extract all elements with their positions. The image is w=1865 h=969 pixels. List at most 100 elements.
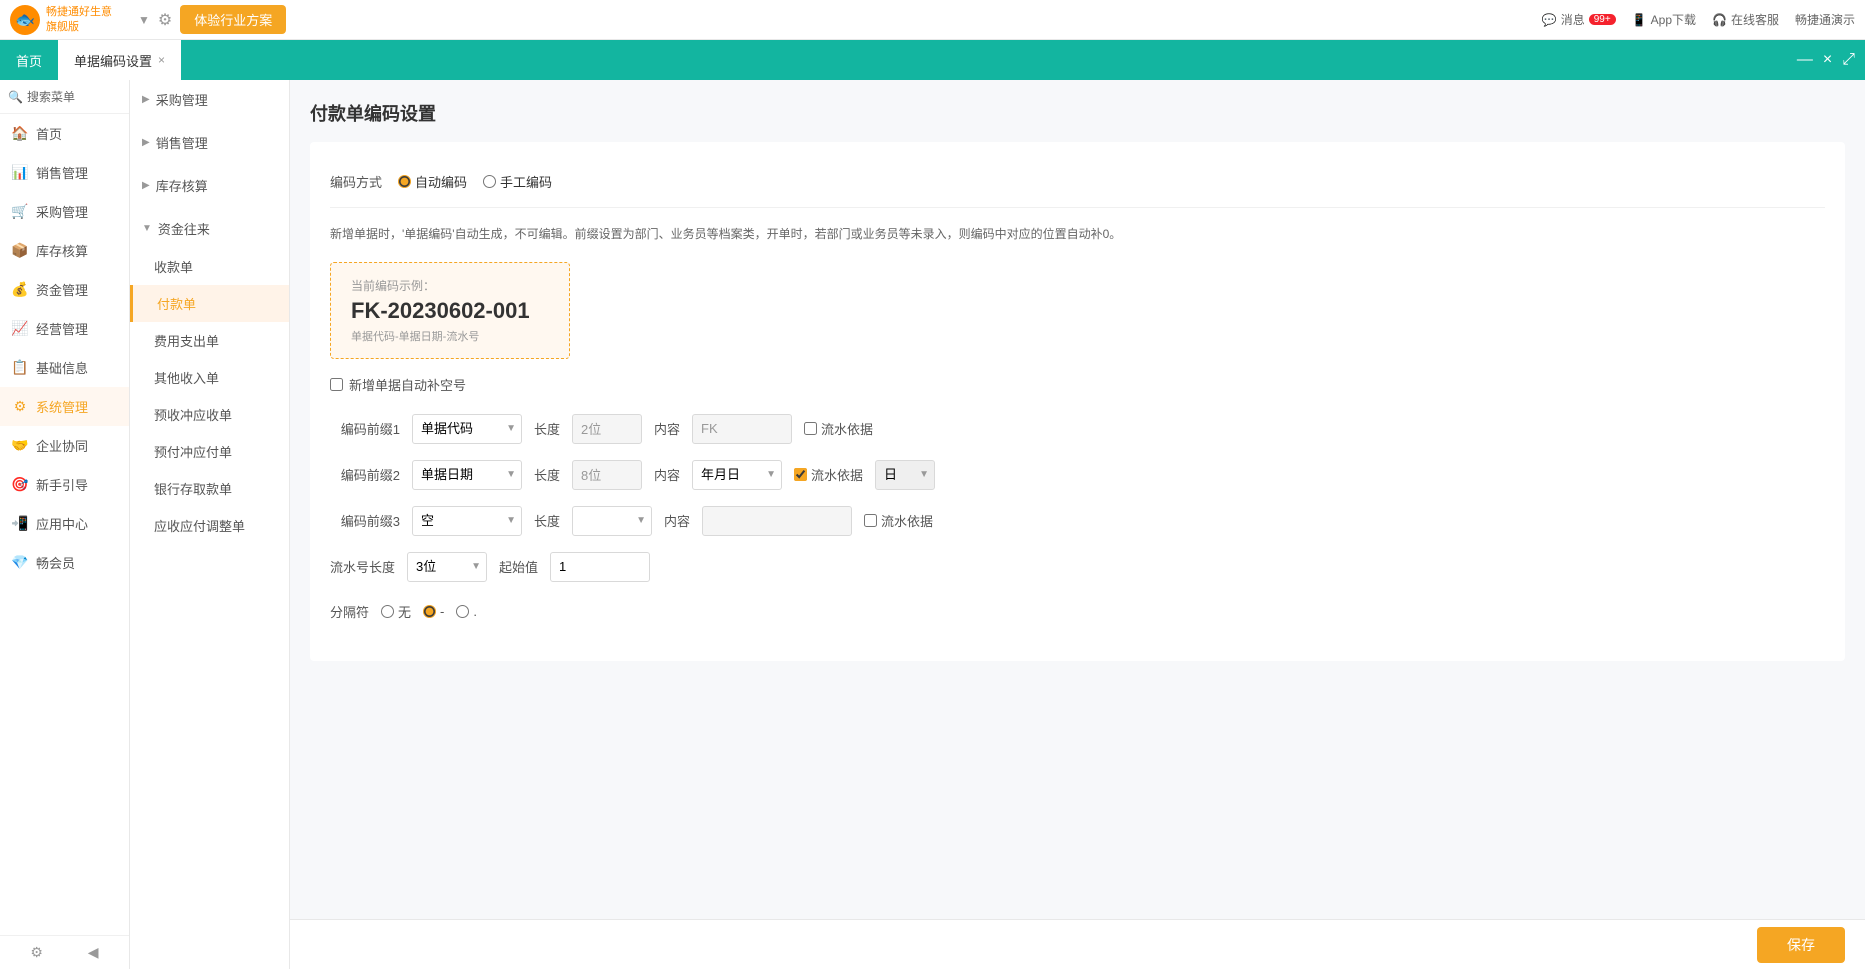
prefix1-serial-check[interactable]: 流水依据 bbox=[804, 419, 873, 438]
sep-dot-option[interactable]: . bbox=[456, 604, 477, 619]
auto-fill-checkbox[interactable] bbox=[330, 378, 343, 391]
brand: 🐟 畅捷通好生意 旗舰版 bbox=[10, 5, 130, 35]
sidebar-item-guide[interactable]: 🎯 新手引导 bbox=[0, 465, 129, 504]
prefix1-type-select[interactable]: 单据代码 部门 业务员 仓库 空 bbox=[412, 414, 522, 444]
main-area: 付款单编码设置 编码方式 自动编码 手工编码 新增单据时，'单据编码'自动生成，… bbox=[290, 80, 1865, 969]
sidebar-item-member[interactable]: 💎 畅会员 bbox=[0, 543, 129, 582]
sec-item-advance-receivable[interactable]: 预收冲应收单 bbox=[130, 396, 289, 433]
topbar-settings-btn[interactable]: ⚙ bbox=[158, 10, 172, 30]
topbar-caret-btn[interactable]: ▼ bbox=[138, 13, 150, 27]
serial-start-input[interactable] bbox=[550, 552, 650, 582]
app-icon: 📱 bbox=[1632, 13, 1647, 27]
operation-icon: 📈 bbox=[12, 321, 28, 337]
prefix2-serial-check[interactable]: 流水依据 bbox=[794, 465, 863, 484]
example-label: 当前编码示例： bbox=[351, 277, 549, 294]
sidebar-item-finance[interactable]: 💰 资金管理 bbox=[0, 270, 129, 309]
sidebar-search[interactable]: 🔍 搜索菜单 bbox=[0, 80, 129, 114]
sidebar-item-operation[interactable]: 📈 经营管理 bbox=[0, 309, 129, 348]
message-btn[interactable]: 💬 消息 99+ bbox=[1542, 11, 1616, 28]
sidebar-item-sales[interactable]: 📊 销售管理 bbox=[0, 153, 129, 192]
prefix3-content-label: 内容 bbox=[664, 511, 690, 530]
sidebar-bottom: ⚙ ◀ bbox=[0, 935, 129, 969]
solution-button[interactable]: 体验行业方案 bbox=[180, 5, 286, 34]
serial-start-label: 起始值 bbox=[499, 557, 538, 576]
prefix2-select-wrapper: 单据日期 部门 业务员 仓库 空 ▼ bbox=[412, 460, 522, 490]
prefix3-length-select[interactable] bbox=[572, 506, 652, 536]
sidebar-item-basic[interactable]: 📋 基础信息 bbox=[0, 348, 129, 387]
sec-item-adjustment[interactable]: 应收应付调整单 bbox=[130, 507, 289, 544]
tab-home[interactable]: 首页 bbox=[0, 40, 58, 80]
message-icon: 💬 bbox=[1542, 13, 1557, 27]
sec-group-stock-title[interactable]: ▶ 库存核算 bbox=[130, 166, 289, 205]
sidebar-settings-btn[interactable]: ⚙ bbox=[30, 944, 43, 961]
sec-group-sales-title[interactable]: ▶ 销售管理 bbox=[130, 123, 289, 162]
content-card: 编码方式 自动编码 手工编码 新增单据时，'单据编码'自动生成，不可编辑。前缀设… bbox=[310, 142, 1845, 661]
window-minimize-btn[interactable]: — bbox=[1797, 51, 1813, 69]
sidebar: 🔍 搜索菜单 🏠 首页 📊 销售管理 🛒 采购管理 📦 库存核算 💰 bbox=[0, 80, 130, 969]
encode-mode-row: 编码方式 自动编码 手工编码 bbox=[330, 162, 1825, 208]
sec-group-purchase-title[interactable]: ▶ 采购管理 bbox=[130, 80, 289, 119]
sidebar-item-apps[interactable]: 📲 应用中心 bbox=[0, 504, 129, 543]
manual-encode-radio[interactable] bbox=[483, 175, 496, 188]
example-code: FK-20230602-001 bbox=[351, 298, 549, 324]
sec-item-other-income[interactable]: 其他收入单 bbox=[130, 359, 289, 396]
sec-item-receipt[interactable]: 收款单 bbox=[130, 248, 289, 285]
prefix2-length-wrapper bbox=[572, 460, 642, 490]
serial-length-select[interactable]: 3位 4位 5位 6位 bbox=[407, 552, 487, 582]
online-service-btn[interactable]: 🎧 在线客服 bbox=[1712, 11, 1779, 28]
inventory-icon: 📦 bbox=[12, 243, 28, 259]
prefix3-type-select[interactable]: 空 单据代码 部门 业务员 仓库 bbox=[412, 506, 522, 536]
sidebar-item-home[interactable]: 🏠 首页 bbox=[0, 114, 129, 153]
sidebar-collapse-btn[interactable]: ◀ bbox=[88, 944, 99, 961]
search-icon: 🔍 bbox=[8, 90, 23, 104]
purchase-arrow-icon: ▶ bbox=[142, 94, 150, 105]
member-icon: 💎 bbox=[12, 555, 28, 571]
auto-encode-option[interactable]: 自动编码 bbox=[398, 172, 467, 191]
sec-item-advance-payment[interactable]: 预付冲应付单 bbox=[130, 433, 289, 470]
app-download-btn[interactable]: 📱 App下载 bbox=[1632, 11, 1696, 28]
prefix2-content-wrapper: 年月日 年月 年 ▼ bbox=[692, 460, 782, 490]
save-button[interactable]: 保存 bbox=[1757, 927, 1845, 963]
serial-length-wrapper: 3位 4位 5位 6位 ▼ bbox=[407, 552, 487, 582]
auto-fill-row: 新增单据自动补空号 bbox=[330, 375, 1825, 394]
sec-item-expense[interactable]: 费用支出单 bbox=[130, 322, 289, 359]
sidebar-item-inventory[interactable]: 📦 库存核算 bbox=[0, 231, 129, 270]
sep-dash-radio[interactable] bbox=[423, 605, 436, 618]
brand-text: 畅捷通好生意 旗舰版 bbox=[46, 5, 112, 34]
sidebar-item-enterprise[interactable]: 🤝 企业协同 bbox=[0, 426, 129, 465]
sep-dash-option[interactable]: - bbox=[423, 604, 444, 619]
tab-encoding-settings[interactable]: 单据编码设置 × bbox=[58, 40, 181, 80]
prefix3-length-wrapper: ▼ bbox=[572, 506, 652, 536]
sidebar-item-purchase[interactable]: 🛒 采购管理 bbox=[0, 192, 129, 231]
prefix2-day-select[interactable]: 日 月 bbox=[875, 460, 935, 490]
prefix1-serial-checkbox[interactable] bbox=[804, 422, 817, 435]
sec-group-capital-title[interactable]: ▼ 资金往来 bbox=[130, 209, 289, 248]
prefix1-length-wrapper bbox=[572, 414, 642, 444]
prefix2-length-label: 长度 bbox=[534, 465, 560, 484]
manual-encode-option[interactable]: 手工编码 bbox=[483, 172, 552, 191]
topbar-left: 🐟 畅捷通好生意 旗舰版 ▼ ⚙ 体验行业方案 bbox=[10, 5, 286, 35]
prefix2-serial-checkbox[interactable] bbox=[794, 468, 807, 481]
auto-encode-radio[interactable] bbox=[398, 175, 411, 188]
capital-arrow-icon: ▼ bbox=[142, 223, 152, 234]
prefix3-serial-checkbox[interactable] bbox=[864, 514, 877, 527]
user-name: 畅捷通演示 bbox=[1795, 11, 1855, 28]
window-maximize-btn[interactable]: ⤢ bbox=[1842, 51, 1855, 69]
prefix2-type-select[interactable]: 单据日期 部门 业务员 仓库 空 bbox=[412, 460, 522, 490]
sidebar-item-system[interactable]: ⚙ 系统管理 bbox=[0, 387, 129, 426]
sec-group-stock: ▶ 库存核算 bbox=[130, 166, 289, 205]
sec-item-payment[interactable]: 付款单 bbox=[130, 285, 289, 322]
sep-none-radio[interactable] bbox=[381, 605, 394, 618]
sep-dot-radio[interactable] bbox=[456, 605, 469, 618]
window-close-btn[interactable]: × bbox=[1823, 51, 1832, 69]
prefix2-row: 编码前缀2 单据日期 部门 业务员 仓库 空 ▼ 长度 bbox=[330, 460, 1825, 490]
prefix3-serial-check[interactable]: 流水依据 bbox=[864, 511, 933, 530]
prefix3-content-input[interactable] bbox=[702, 506, 852, 536]
tab-close-icon[interactable]: × bbox=[158, 53, 165, 67]
finance-icon: 💰 bbox=[12, 282, 28, 298]
sec-item-bank-deposit[interactable]: 银行存取款单 bbox=[130, 470, 289, 507]
prefix2-content-select[interactable]: 年月日 年月 年 bbox=[692, 460, 782, 490]
sep-none-option[interactable]: 无 bbox=[381, 602, 411, 621]
prefix1-content-label: 内容 bbox=[654, 419, 680, 438]
sales-arrow-icon: ▶ bbox=[142, 137, 150, 148]
